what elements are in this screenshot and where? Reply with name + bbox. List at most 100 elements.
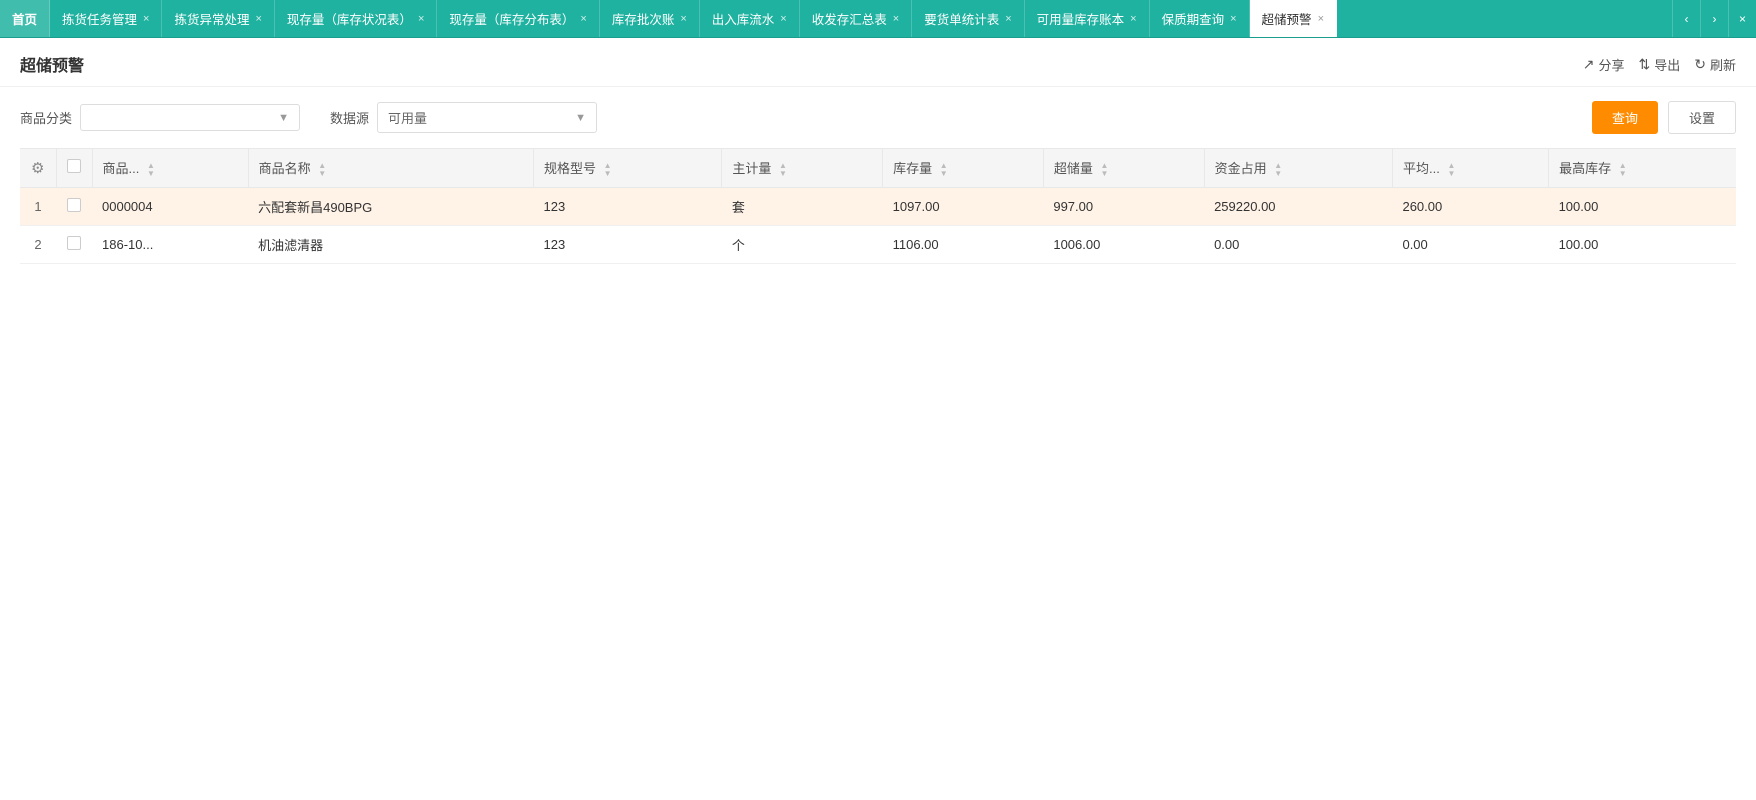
row-max-inventory-1: 100.00: [1549, 225, 1736, 263]
product-category-chevron-icon: ▼: [278, 112, 289, 124]
nav-tab-shelf-life-label: 保质期查询: [1162, 9, 1225, 28]
nav-tab-exception-close[interactable]: ×: [255, 13, 261, 25]
row-unit-0: 套: [722, 187, 883, 225]
col-header-capital[interactable]: 资金占用 ▲▼: [1204, 149, 1392, 188]
table-body: 1 0000004 六配套新昌490BPG 123 套 1097.00 997.…: [20, 187, 1736, 263]
share-icon: ↗: [1583, 56, 1595, 73]
sort-icon-unit: ▲▼: [779, 162, 787, 178]
data-source-chevron-icon: ▼: [575, 112, 586, 124]
nav-arrow-left[interactable]: ‹: [1672, 0, 1700, 38]
header-actions: ↗ 分享 ⇅ 导出 ↻ 刷新: [1583, 55, 1736, 74]
refresh-label: 刷新: [1710, 55, 1736, 74]
nav-tab-overstock-warning[interactable]: 超储预警 ×: [1250, 0, 1337, 38]
row-product-code-0: 0000004: [92, 187, 248, 225]
nav-tab-available-inv-close[interactable]: ×: [1130, 13, 1136, 25]
row-num-0: 1: [20, 187, 56, 225]
col-header-spec[interactable]: 规格型号 ▲▼: [533, 149, 721, 188]
row-overstock-1: 1006.00: [1043, 225, 1204, 263]
row-capital-1: 0.00: [1204, 225, 1392, 263]
filter-actions: 查询 设置: [1592, 101, 1736, 134]
select-all-checkbox[interactable]: [67, 159, 81, 173]
nav-tab-inventory-status[interactable]: 现存量（库存状况表） ×: [275, 0, 437, 38]
row-inventory-1: 1106.00: [883, 225, 1044, 263]
settings-button[interactable]: 设置: [1668, 101, 1736, 134]
nav-tab-order-stats[interactable]: 要货单统计表 ×: [912, 0, 1024, 38]
row-spec-1: 123: [533, 225, 721, 263]
product-category-value: [91, 110, 95, 125]
nav-tab-recv-summary-label: 收发存汇总表: [812, 9, 887, 28]
nav-tab-inout-flow-label: 出入库流水: [712, 9, 775, 28]
nav-arrow-group: ‹ › ×: [1672, 0, 1756, 38]
nav-tab-inventory-dist-label: 现存量（库存分布表）: [449, 9, 574, 28]
nav-tab-home[interactable]: 首页: [0, 0, 50, 38]
col-header-overstock[interactable]: 超储量 ▲▼: [1043, 149, 1204, 188]
product-category-label: 商品分类: [20, 108, 72, 127]
data-source-select[interactable]: 可用量 ▼: [377, 102, 597, 133]
nav-tab-recv-summary-close[interactable]: ×: [893, 13, 899, 25]
sort-icon-max-inventory: ▲▼: [1619, 162, 1627, 178]
query-button[interactable]: 查询: [1592, 101, 1658, 134]
refresh-icon: ↻: [1694, 56, 1706, 73]
nav-tab-exception[interactable]: 拣货异常处理 ×: [162, 0, 274, 38]
row-select-checkbox-0[interactable]: [67, 198, 81, 212]
nav-tab-shelf-life-close[interactable]: ×: [1230, 13, 1236, 25]
nav-tab-batch-account-label: 库存批次账: [612, 9, 675, 28]
nav-tab-inventory-status-label: 现存量（库存状况表）: [287, 9, 412, 28]
sort-icon-capital: ▲▼: [1274, 162, 1282, 178]
product-category-select[interactable]: ▼: [80, 104, 300, 131]
nav-tab-recv-summary[interactable]: 收发存汇总表 ×: [800, 0, 912, 38]
col-header-product-code[interactable]: 商品... ▲▼: [92, 149, 248, 188]
row-average-0: 260.00: [1392, 187, 1548, 225]
export-button[interactable]: ⇅ 导出: [1639, 55, 1681, 74]
nav-tab-available-inv[interactable]: 可用量库存账本 ×: [1025, 0, 1150, 38]
row-product-code-1: 186-10...: [92, 225, 248, 263]
page-title: 超储预警: [20, 52, 84, 76]
table-row: 2 186-10... 机油滤清器 123 个 1106.00 1006.00 …: [20, 225, 1736, 263]
col-header-max-inventory[interactable]: 最高库存 ▲▼: [1549, 149, 1736, 188]
data-table-container: ⚙ 商品... ▲▼ 商品名称 ▲▼ 规格型号 ▲▼: [0, 148, 1756, 264]
row-checkbox-0[interactable]: [56, 187, 92, 225]
share-label: 分享: [1598, 55, 1624, 74]
nav-tab-task-mgmt[interactable]: 拣货任务管理 ×: [50, 0, 162, 38]
data-table: ⚙ 商品... ▲▼ 商品名称 ▲▼ 规格型号 ▲▼: [20, 148, 1736, 264]
sort-icon-inventory: ▲▼: [940, 162, 948, 178]
col-header-product-name[interactable]: 商品名称 ▲▼: [248, 149, 533, 188]
row-spec-0: 123: [533, 187, 721, 225]
nav-tab-task-mgmt-label: 拣货任务管理: [62, 9, 137, 28]
nav-tab-inventory-dist-close[interactable]: ×: [580, 13, 586, 25]
data-source-label: 数据源: [330, 108, 369, 127]
nav-tab-batch-account[interactable]: 库存批次账 ×: [600, 0, 700, 38]
nav-tab-order-stats-close[interactable]: ×: [1005, 13, 1011, 25]
sort-icon-product-name: ▲▼: [318, 162, 326, 178]
nav-tab-batch-account-close[interactable]: ×: [680, 13, 686, 25]
nav-tab-inventory-status-close[interactable]: ×: [418, 13, 424, 25]
row-product-name-1: 机油滤清器: [248, 225, 533, 263]
nav-tab-overstock-warning-close[interactable]: ×: [1318, 13, 1324, 25]
share-button[interactable]: ↗ 分享: [1583, 55, 1625, 74]
nav-tab-inout-flow-close[interactable]: ×: [780, 13, 786, 25]
nav-tab-available-inv-label: 可用量库存账本: [1037, 9, 1125, 28]
col-header-unit[interactable]: 主计量 ▲▼: [722, 149, 883, 188]
col-header-average[interactable]: 平均... ▲▼: [1392, 149, 1548, 188]
col-header-checkbox: [56, 149, 92, 188]
row-max-inventory-0: 100.00: [1549, 187, 1736, 225]
nav-tab-shelf-life[interactable]: 保质期查询 ×: [1150, 0, 1250, 38]
nav-tab-inventory-dist[interactable]: 现存量（库存分布表） ×: [437, 0, 599, 38]
sort-icon-average: ▲▼: [1447, 162, 1455, 178]
top-navigation: 首页 拣货任务管理 × 拣货异常处理 × 现存量（库存状况表） × 现存量（库存…: [0, 0, 1756, 38]
gear-icon[interactable]: ⚙: [31, 160, 44, 177]
page-content: 超储预警 ↗ 分享 ⇅ 导出 ↻ 刷新 商品分类 ▼ 数据源: [0, 38, 1756, 800]
nav-arrow-right[interactable]: ›: [1700, 0, 1728, 38]
nav-arrow-close[interactable]: ×: [1728, 0, 1756, 38]
row-select-checkbox-1[interactable]: [67, 236, 81, 250]
filter-bar: 商品分类 ▼ 数据源 可用量 ▼ 查询 设置: [0, 87, 1756, 148]
row-product-name-0: 六配套新昌490BPG: [248, 187, 533, 225]
table-row: 1 0000004 六配套新昌490BPG 123 套 1097.00 997.…: [20, 187, 1736, 225]
refresh-button[interactable]: ↻ 刷新: [1694, 55, 1736, 74]
row-checkbox-1[interactable]: [56, 225, 92, 263]
nav-tab-inout-flow[interactable]: 出入库流水 ×: [700, 0, 800, 38]
export-icon: ⇅: [1639, 56, 1651, 73]
col-header-settings: ⚙: [20, 149, 56, 188]
nav-tab-task-mgmt-close[interactable]: ×: [143, 13, 149, 25]
col-header-inventory[interactable]: 库存量 ▲▼: [883, 149, 1044, 188]
